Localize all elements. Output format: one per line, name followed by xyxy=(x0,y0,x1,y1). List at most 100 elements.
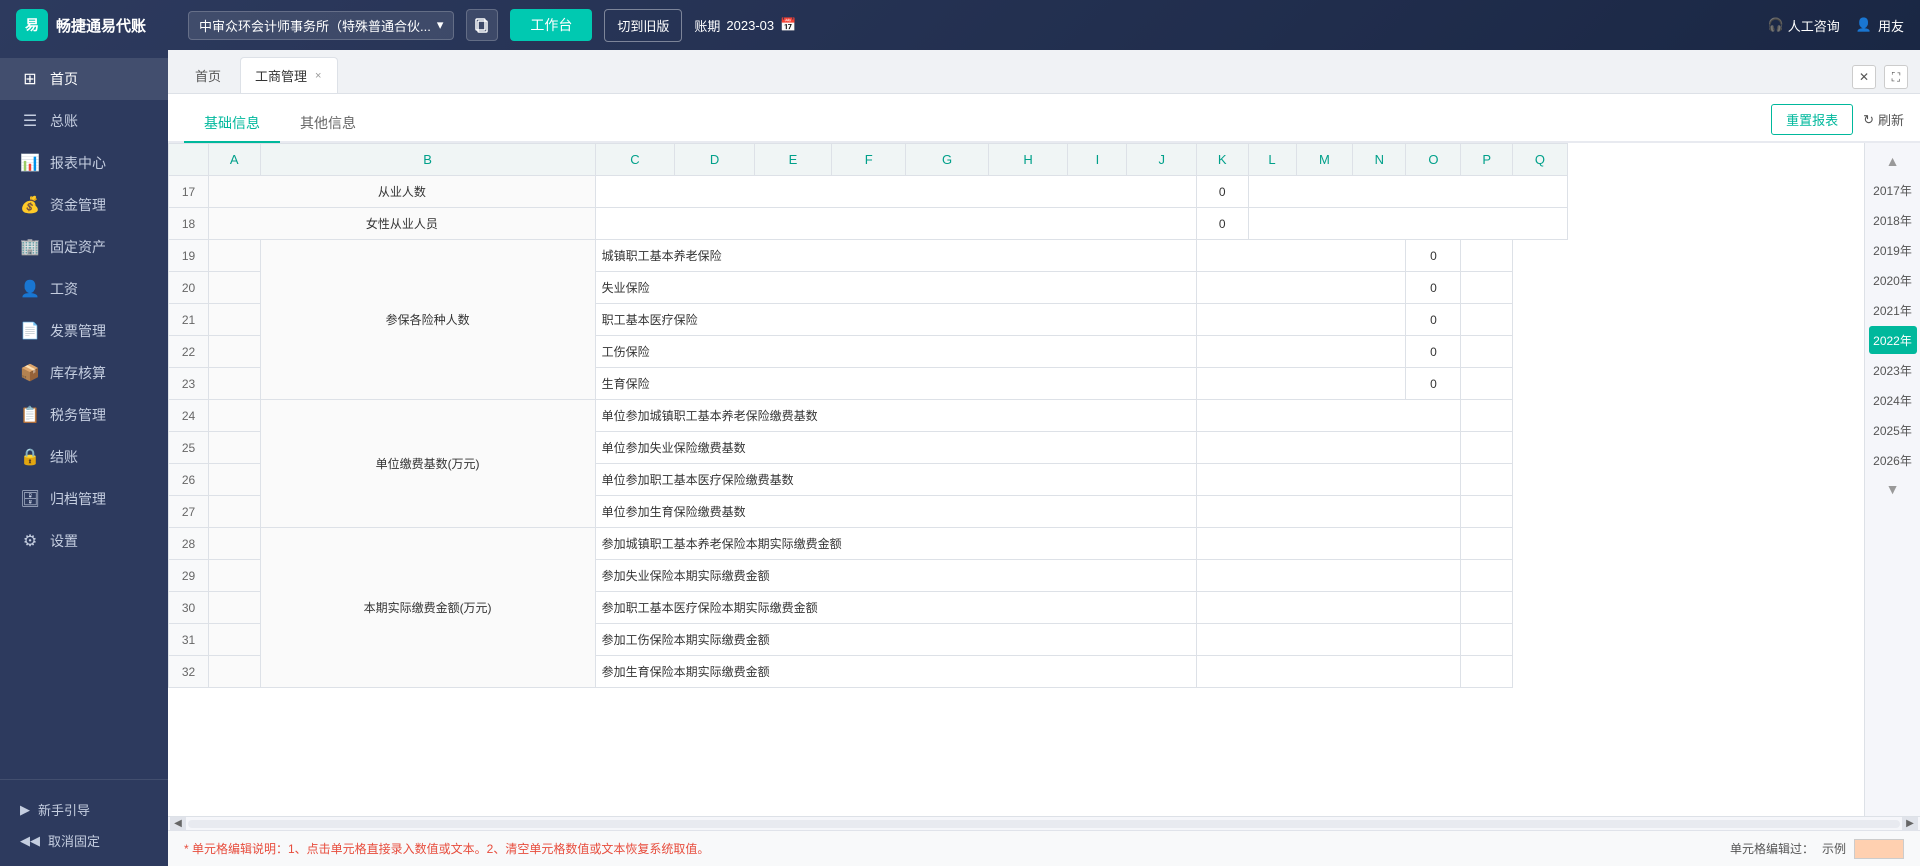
cell-21-sub[interactable]: 职工基本医疗保险 xyxy=(595,304,1196,336)
cell-21-q[interactable] xyxy=(1461,304,1513,336)
year-nav-up[interactable]: ▲ xyxy=(1875,149,1911,173)
col-header-h[interactable]: H xyxy=(988,144,1068,176)
year-2018[interactable]: 2018年 xyxy=(1869,206,1917,234)
cell-27-sub[interactable]: 单位参加生育保险缴费基数 xyxy=(595,496,1196,528)
sidebar-item-settings[interactable]: ⚙ 设置 xyxy=(0,520,168,562)
year-2025[interactable]: 2025年 xyxy=(1869,416,1917,444)
cell-21-a[interactable] xyxy=(209,304,261,336)
cell-26-sub[interactable]: 单位参加职工基本医疗保险缴费基数 xyxy=(595,464,1196,496)
col-header-a[interactable]: A xyxy=(209,144,261,176)
h-scroll-right-button[interactable]: ▶ xyxy=(1902,817,1918,831)
cell-25-a[interactable] xyxy=(209,432,261,464)
cell-17-c[interactable] xyxy=(595,176,1196,208)
col-header-n[interactable]: N xyxy=(1353,144,1406,176)
cell-25-sub[interactable]: 单位参加失业保险缴费基数 xyxy=(595,432,1196,464)
user-area[interactable]: 👤 用友 xyxy=(1856,16,1904,35)
cell-18-a[interactable]: 女性从业人员 xyxy=(209,208,596,240)
cell-19-sub[interactable]: 城镇职工基本养老保险 xyxy=(595,240,1196,272)
cell-23-p[interactable]: 0 xyxy=(1406,368,1461,400)
cell-26-a[interactable] xyxy=(209,464,261,496)
cell-18-rest[interactable] xyxy=(1248,208,1568,240)
cell-28-sub[interactable]: 参加城镇职工基本养老保险本期实际缴费金额 xyxy=(595,528,1196,560)
year-2020[interactable]: 2020年 xyxy=(1869,266,1917,294)
copy-button[interactable] xyxy=(466,9,498,41)
cell-24-a[interactable] xyxy=(209,400,261,432)
cell-22-sub[interactable]: 工伤保险 xyxy=(595,336,1196,368)
cell-26-q[interactable] xyxy=(1461,464,1513,496)
year-2022[interactable]: 2022年 xyxy=(1869,326,1917,354)
cell-20-sub[interactable]: 失业保险 xyxy=(595,272,1196,304)
cell-21-k[interactable] xyxy=(1197,304,1406,336)
company-selector[interactable]: 中审众环会计师事务所（特殊普通合伙... ▾ xyxy=(188,11,454,40)
sidebar-item-invoice[interactable]: 📄 发票管理 xyxy=(0,310,168,352)
cell-22-p[interactable]: 0 xyxy=(1406,336,1461,368)
cell-24-q[interactable] xyxy=(1461,400,1513,432)
cell-30-sub[interactable]: 参加职工基本医疗保险本期实际缴费金额 xyxy=(595,592,1196,624)
cell-19-b[interactable]: 参保各险种人数 xyxy=(260,240,595,400)
workbench-button[interactable]: 工作台 xyxy=(510,9,592,41)
cell-22-k[interactable] xyxy=(1197,336,1406,368)
year-2017[interactable]: 2017年 xyxy=(1869,176,1917,204)
cell-20-q[interactable] xyxy=(1461,272,1513,304)
cell-28-q[interactable] xyxy=(1461,528,1513,560)
sidebar-item-home[interactable]: ⊞ 首页 xyxy=(0,58,168,100)
col-header-m[interactable]: M xyxy=(1296,144,1353,176)
tab-home[interactable]: 首页 xyxy=(180,57,236,93)
sidebar-item-capital[interactable]: 💰 资金管理 xyxy=(0,184,168,226)
sidebar-item-inventory[interactable]: 📦 库存核算 xyxy=(0,352,168,394)
col-header-l[interactable]: L xyxy=(1248,144,1296,176)
cell-28-a[interactable] xyxy=(209,528,261,560)
cell-30-q[interactable] xyxy=(1461,592,1513,624)
col-header-q[interactable]: Q xyxy=(1512,144,1567,176)
sub-tab-basic[interactable]: 基础信息 xyxy=(184,105,280,143)
cell-26-rest[interactable] xyxy=(1197,464,1461,496)
h-scroll-track[interactable] xyxy=(188,820,1900,828)
cell-32-sub[interactable]: 参加生育保险本期实际缴费金额 xyxy=(595,656,1196,688)
cell-23-sub[interactable]: 生育保险 xyxy=(595,368,1196,400)
tab-close-icon[interactable]: × xyxy=(313,69,323,83)
year-2021[interactable]: 2021年 xyxy=(1869,296,1917,324)
sidebar-item-close[interactable]: 🔒 结账 xyxy=(0,436,168,478)
cell-27-rest[interactable] xyxy=(1197,496,1461,528)
cell-17-rest[interactable] xyxy=(1248,176,1568,208)
cell-27-q[interactable] xyxy=(1461,496,1513,528)
cell-29-a[interactable] xyxy=(209,560,261,592)
year-2019[interactable]: 2019年 xyxy=(1869,236,1917,264)
cell-30-a[interactable] xyxy=(209,592,261,624)
col-header-b[interactable]: B xyxy=(260,144,595,176)
sidebar-item-ledger[interactable]: ☰ 总账 xyxy=(0,100,168,142)
col-header-j[interactable]: J xyxy=(1127,144,1197,176)
cell-19-p[interactable]: 0 xyxy=(1406,240,1461,272)
cell-31-rest[interactable] xyxy=(1197,624,1461,656)
col-header-c[interactable]: C xyxy=(595,144,675,176)
cell-31-q[interactable] xyxy=(1461,624,1513,656)
tab-commerce[interactable]: 工商管理 × xyxy=(240,57,338,93)
cell-27-a[interactable] xyxy=(209,496,261,528)
cell-29-rest[interactable] xyxy=(1197,560,1461,592)
spreadsheet-container[interactable]: A B C D E F G H I J K L M xyxy=(168,143,1864,816)
cell-24-sub[interactable]: 单位参加城镇职工基本养老保险缴费基数 xyxy=(595,400,1196,432)
cell-22-a[interactable] xyxy=(209,336,261,368)
cell-25-q[interactable] xyxy=(1461,432,1513,464)
col-header-g[interactable]: G xyxy=(906,144,988,176)
cell-29-q[interactable] xyxy=(1461,560,1513,592)
cell-19-a[interactable] xyxy=(209,240,261,272)
year-2026[interactable]: 2026年 xyxy=(1869,446,1917,474)
oldversion-button[interactable]: 切到旧版 xyxy=(604,9,682,42)
reset-report-button[interactable]: 重置报表 xyxy=(1771,104,1853,135)
cell-32-rest[interactable] xyxy=(1197,656,1461,688)
cell-24-rest[interactable] xyxy=(1197,400,1461,432)
cell-19-q[interactable] xyxy=(1461,240,1513,272)
col-header-i[interactable]: I xyxy=(1068,144,1127,176)
cell-32-a[interactable] xyxy=(209,656,261,688)
cell-21-p[interactable]: 0 xyxy=(1406,304,1461,336)
cell-25-rest[interactable] xyxy=(1197,432,1461,464)
refresh-button[interactable]: ↻ 刷新 xyxy=(1863,110,1904,129)
cell-17-a[interactable]: 从业人数 xyxy=(209,176,596,208)
calendar-icon[interactable]: 📅 xyxy=(780,17,796,33)
cell-23-k[interactable] xyxy=(1197,368,1406,400)
sidebar-item-archive[interactable]: 🗄 归档管理 xyxy=(0,478,168,520)
sidebar-item-reports[interactable]: 📊 报表中心 xyxy=(0,142,168,184)
cell-24-b[interactable]: 单位缴费基数(万元) xyxy=(260,400,595,528)
cell-20-k[interactable] xyxy=(1197,272,1406,304)
